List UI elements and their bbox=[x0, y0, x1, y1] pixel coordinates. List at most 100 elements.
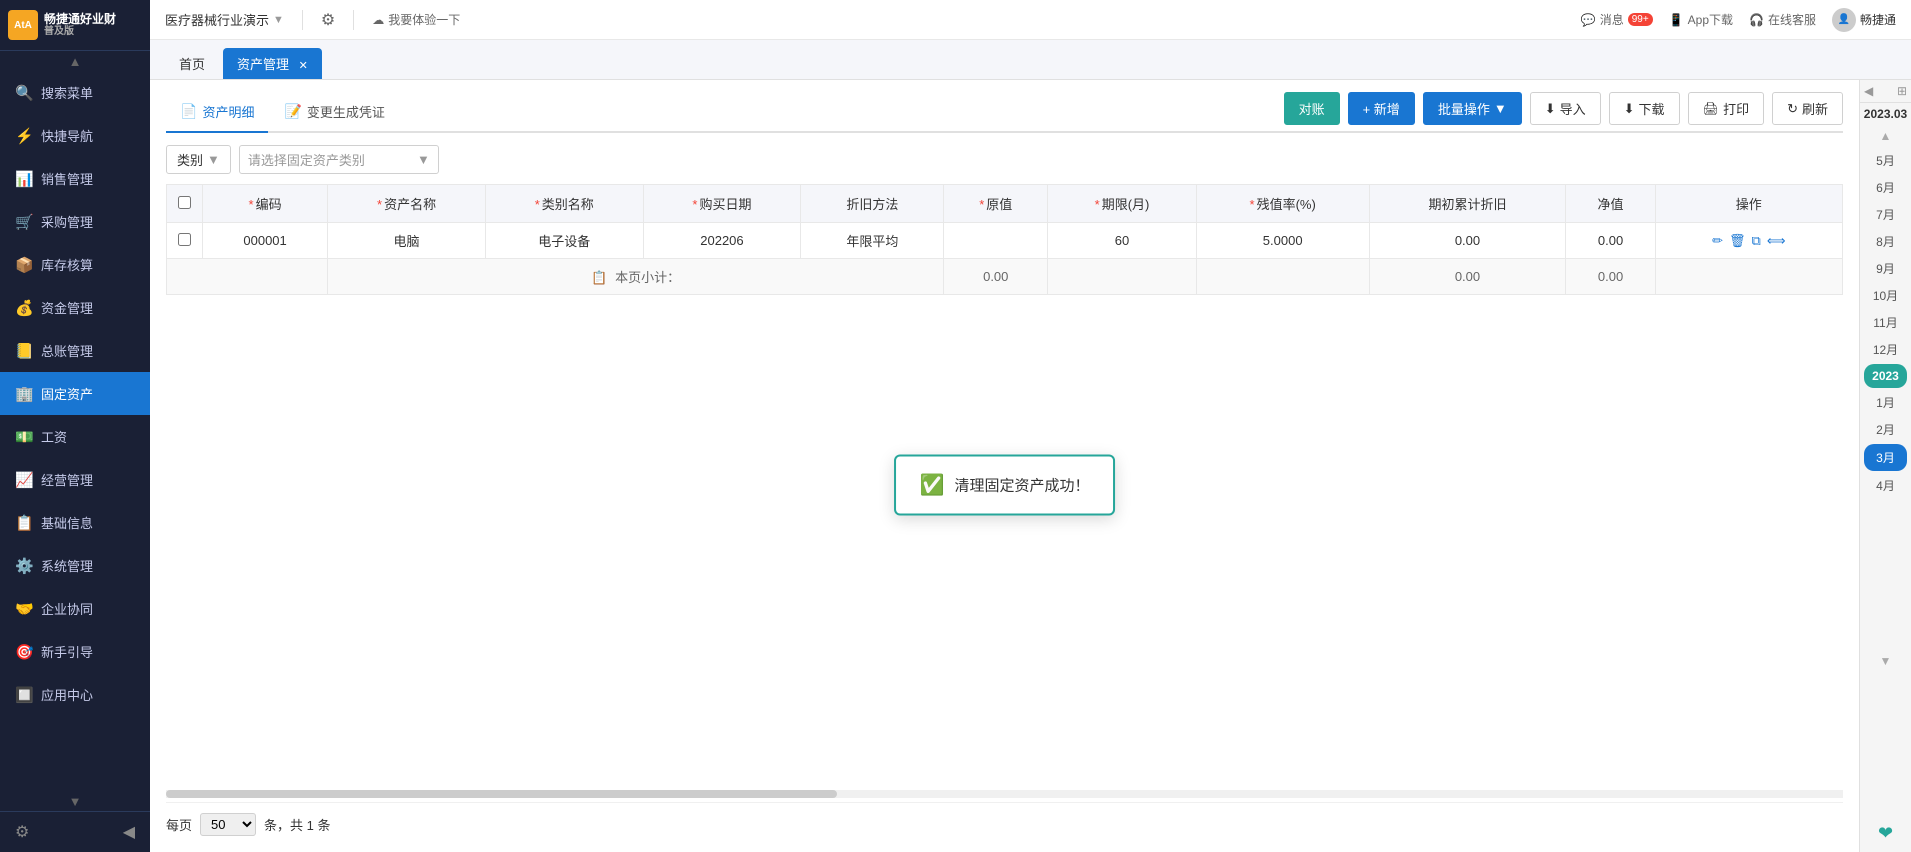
month-9[interactable]: 9月 bbox=[1860, 255, 1911, 282]
operations-icon: 📈 bbox=[15, 471, 33, 489]
quick-nav-icon: ⚡ bbox=[15, 127, 33, 145]
expand-icon[interactable]: ◀ bbox=[1864, 84, 1873, 98]
panel-year-label: 2023.03 bbox=[1862, 103, 1909, 125]
panel-scroll-up[interactable]: ▲ bbox=[1876, 125, 1896, 147]
download-label: 下载 bbox=[1639, 99, 1665, 118]
online-service-button[interactable]: 🎧 在线客服 bbox=[1749, 11, 1816, 28]
sidebar-item-finance[interactable]: 💰 资金管理 bbox=[0, 286, 150, 329]
tab-close-icon[interactable]: ✕ bbox=[299, 60, 308, 72]
batch-ops-button[interactable]: 批量操作 ▼ bbox=[1423, 92, 1522, 125]
new-button[interactable]: + 新增 bbox=[1348, 92, 1415, 125]
panel-heart-icon[interactable]: ❤ bbox=[1878, 823, 1893, 844]
month-5[interactable]: 5月 bbox=[1860, 147, 1911, 174]
per-page-select[interactable]: 50 100 200 bbox=[200, 813, 256, 836]
month-1[interactable]: 1月 bbox=[1860, 389, 1911, 416]
th-actions: 操作 bbox=[1655, 185, 1842, 223]
company-selector[interactable]: 医疗器械行业演示 ▼ bbox=[165, 10, 284, 29]
feedback-button[interactable]: ☁ 我要体验一下 bbox=[372, 11, 460, 28]
subtab-change-voucher-label: 变更生成凭证 bbox=[307, 102, 385, 121]
download-icon2: ⬇ bbox=[1624, 101, 1635, 117]
tab-home[interactable]: 首页 bbox=[165, 48, 219, 79]
sidebar-item-label: 系统管理 bbox=[41, 556, 93, 575]
sidebar-menu: 🔍 搜索菜单 ⚡ 快捷导航 📊 销售管理 🛒 采购管理 📦 库存核算 💰 资金管… bbox=[0, 71, 150, 791]
print-button[interactable]: 🖨 打印 bbox=[1688, 92, 1765, 125]
row-select-checkbox[interactable] bbox=[178, 233, 191, 246]
month-7[interactable]: 7月 bbox=[1860, 201, 1911, 228]
sidebar-item-apps[interactable]: 🔲 应用中心 bbox=[0, 673, 150, 716]
select-all-checkbox[interactable] bbox=[178, 196, 191, 209]
main-area: 医疗器械行业演示 ▼ ⚙ ☁ 我要体验一下 💬 消息 99+ 📱 App下载 🎧… bbox=[150, 0, 1911, 852]
collapse-icon[interactable]: ⊞ bbox=[1897, 84, 1907, 98]
import-icon: ⬇ bbox=[1545, 101, 1556, 117]
th-residual-rate: *残值率(%) bbox=[1196, 185, 1369, 223]
panel-scroll-down[interactable]: ▼ bbox=[1876, 650, 1896, 672]
sidebar-item-purchase[interactable]: 🛒 采购管理 bbox=[0, 200, 150, 243]
sidebar-collapse-icon[interactable]: ◀ bbox=[123, 822, 135, 842]
batch-ops-label: 批量操作 bbox=[1438, 99, 1490, 118]
sidebar-item-label: 总账管理 bbox=[41, 341, 93, 360]
category-select[interactable]: 类别 ▼ bbox=[166, 145, 231, 174]
sidebar-item-basic-info[interactable]: 📋 基础信息 bbox=[0, 501, 150, 544]
import-button[interactable]: ⬇ 导入 bbox=[1530, 92, 1601, 125]
message-button[interactable]: 💬 消息 99+ bbox=[1581, 11, 1653, 28]
row-category: 电子设备 bbox=[485, 223, 643, 259]
month-6[interactable]: 6月 bbox=[1860, 174, 1911, 201]
sidebar-settings-icon[interactable]: ⚙ bbox=[15, 822, 29, 842]
download-button[interactable]: ⬇ 下载 bbox=[1609, 92, 1680, 125]
edit-icon[interactable]: ✏ bbox=[1712, 233, 1723, 249]
user-info[interactable]: 👤 畅捷通 bbox=[1832, 8, 1896, 32]
tab-asset-management[interactable]: 资产管理 ✕ bbox=[223, 48, 322, 79]
sidebar-scroll-up[interactable]: ▲ bbox=[0, 51, 150, 71]
delete-icon[interactable]: 🗑 bbox=[1729, 233, 1746, 249]
row-actions: ✏ 🗑 ⧉ ⟺ bbox=[1655, 223, 1842, 259]
app-download-button[interactable]: 📱 App下载 bbox=[1669, 11, 1733, 28]
message-label: 消息 bbox=[1600, 11, 1624, 28]
search-icon: 🔍 bbox=[15, 84, 33, 102]
settings-button[interactable]: ⚙ bbox=[321, 10, 335, 30]
sidebar-item-guide[interactable]: 🎯 新手引导 bbox=[0, 630, 150, 673]
content-area: 📄 资产明细 📝 变更生成凭证 对账 + 新增 批量操作 bbox=[150, 80, 1911, 852]
sidebar-item-cooperation[interactable]: 🤝 企业协同 bbox=[0, 587, 150, 630]
asset-detail-icon: 📄 bbox=[180, 103, 197, 120]
download-icon: 📱 bbox=[1669, 13, 1684, 27]
app-logo: AtA 畅捷通好业财 普及版 bbox=[0, 0, 150, 51]
th-original-value: *原值 bbox=[944, 185, 1048, 223]
feedback-icon: ☁ bbox=[372, 13, 384, 27]
copy-icon[interactable]: ⧉ bbox=[1752, 233, 1761, 249]
sidebar-item-ledger[interactable]: 📒 总账管理 bbox=[0, 329, 150, 372]
month-12[interactable]: 12月 bbox=[1860, 336, 1911, 363]
change-voucher-icon: 📝 bbox=[284, 103, 301, 120]
horizontal-scrollbar[interactable] bbox=[166, 790, 1843, 798]
sidebar-item-quick-nav[interactable]: ⚡ 快捷导航 bbox=[0, 114, 150, 157]
category-value-select[interactable]: 请选择固定资产类别 ▼ bbox=[239, 145, 439, 174]
topbar-right: 💬 消息 99+ 📱 App下载 🎧 在线客服 👤 畅捷通 bbox=[1581, 8, 1896, 32]
refresh-button[interactable]: ↻ 刷新 bbox=[1772, 92, 1843, 125]
more-icon[interactable]: ⟺ bbox=[1767, 233, 1786, 249]
sidebar-bottom: ⚙ ◀ bbox=[0, 811, 150, 852]
sidebar-item-fixed-assets[interactable]: 🏢 固定资产 bbox=[0, 372, 150, 415]
sidebar-item-inventory[interactable]: 📦 库存核算 bbox=[0, 243, 150, 286]
sidebar-item-salary[interactable]: 💵 工资 bbox=[0, 415, 150, 458]
month-2[interactable]: 2月 bbox=[1860, 416, 1911, 443]
sidebar-item-system[interactable]: ⚙️ 系统管理 bbox=[0, 544, 150, 587]
service-icon: 🎧 bbox=[1749, 13, 1764, 27]
sidebar-item-search[interactable]: 🔍 搜索菜单 bbox=[0, 71, 150, 114]
sidebar-item-sales[interactable]: 📊 销售管理 bbox=[0, 157, 150, 200]
month-10[interactable]: 10月 bbox=[1860, 282, 1911, 309]
month-8[interactable]: 8月 bbox=[1860, 228, 1911, 255]
th-checkbox bbox=[167, 185, 203, 223]
scrollbar-thumb[interactable] bbox=[166, 790, 837, 798]
sidebar-scroll-down[interactable]: ▼ bbox=[0, 791, 150, 811]
subtab-change-voucher[interactable]: 📝 变更生成凭证 bbox=[270, 92, 398, 133]
sidebar-item-operations[interactable]: 📈 经营管理 bbox=[0, 458, 150, 501]
month-4[interactable]: 4月 bbox=[1860, 472, 1911, 499]
th-net-value: 净值 bbox=[1566, 185, 1655, 223]
month-11[interactable]: 11月 bbox=[1860, 309, 1911, 336]
sidebar-item-label: 库存核算 bbox=[41, 255, 93, 274]
reconcile-button[interactable]: 对账 bbox=[1284, 92, 1340, 125]
subtab-asset-detail[interactable]: 📄 资产明细 bbox=[166, 92, 268, 133]
month-3-current[interactable]: 3月 bbox=[1864, 444, 1907, 471]
inventory-icon: 📦 bbox=[15, 256, 33, 274]
message-badge: 99+ bbox=[1628, 13, 1653, 26]
right-panel: ◀ ⊞ 2023.03 ▲ 5月 6月 7月 8月 9月 10月 11月 12月… bbox=[1859, 80, 1911, 852]
